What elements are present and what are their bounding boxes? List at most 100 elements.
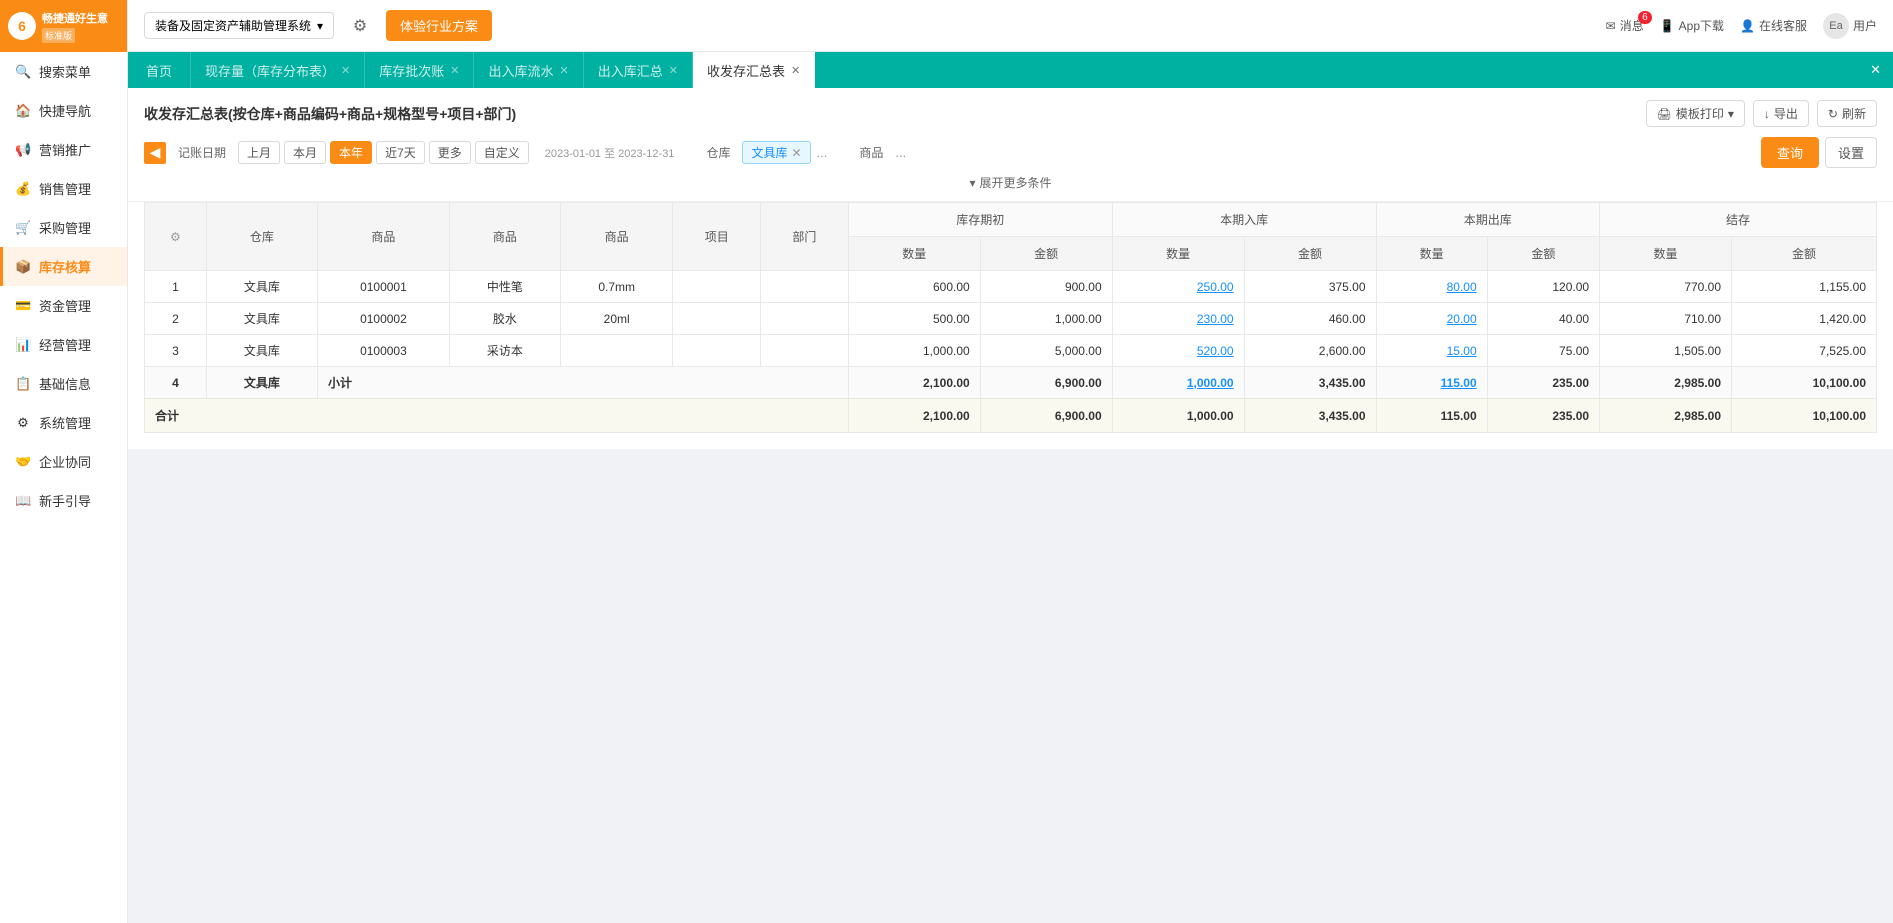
row-open-qty: 1,000.00 <box>848 335 980 367</box>
expand-conditions-button[interactable]: ▾ 展开更多条件 <box>144 174 1877 191</box>
date-btn-this-year[interactable]: 本年 <box>330 141 372 164</box>
trial-button[interactable]: 体验行业方案 <box>386 10 492 41</box>
settings-gear-button[interactable]: ⚙ <box>346 12 374 40</box>
row-in-amt: 375.00 <box>1244 271 1376 303</box>
tab-close-4[interactable]: ✕ <box>669 64 678 77</box>
subtotal-out-qty[interactable]: 115.00 <box>1376 367 1487 399</box>
col-project-header: 项目 <box>673 203 761 271</box>
row-out-qty[interactable]: 80.00 <box>1376 271 1487 303</box>
date-btn-last-month[interactable]: 上月 <box>238 141 280 164</box>
sidebar-item-guide[interactable]: 📖新手引导 <box>0 481 127 520</box>
in-amt-header: 金额 <box>1244 237 1376 271</box>
sidebar-label-finance: 资金管理 <box>39 296 91 315</box>
tab-item-5[interactable]: 收发存汇总表 ✕ <box>693 52 815 88</box>
export-button[interactable]: ↓ 导出 <box>1753 100 1809 127</box>
subtotal-out-amt: 235.00 <box>1487 367 1599 399</box>
total-open-qty: 2,100.00 <box>848 399 980 433</box>
service-label: 在线客服 <box>1759 17 1807 34</box>
expand-row: ▾ 展开更多条件 <box>144 174 1877 191</box>
row-out-amt: 75.00 <box>1487 335 1599 367</box>
filter-bar: ◀ 记账日期 上月 本月 本年 近7天 更多 自定义 2023-01-01 至 … <box>128 127 1893 202</box>
sidebar-item-inventory[interactable]: 📦库存核算 <box>0 247 127 286</box>
sidebar-item-sales[interactable]: 💰销售管理 <box>0 169 127 208</box>
logo-icon: 6 <box>8 12 36 40</box>
row-out-qty[interactable]: 15.00 <box>1376 335 1487 367</box>
system-selector[interactable]: 装备及固定资产辅助管理系统 ▾ <box>144 12 334 39</box>
tab-close-3[interactable]: ✕ <box>560 64 569 77</box>
tab-item-3[interactable]: 出入库流水✕ <box>474 52 583 88</box>
row-close-amt: 1,420.00 <box>1732 303 1877 335</box>
row-dept <box>761 335 849 367</box>
row-in-qty[interactable]: 230.00 <box>1112 303 1244 335</box>
subtotal-row: 4 文具库 小计 2,100.00 6,900.00 1,000.00 3,43… <box>145 367 1877 399</box>
date-btn-custom[interactable]: 自定义 <box>475 141 529 164</box>
tab-item-1[interactable]: 现存量（库存分布表）✕ <box>191 52 365 88</box>
total-open-amt: 6,900.00 <box>980 399 1112 433</box>
tab-close-2[interactable]: ✕ <box>450 64 459 77</box>
table-row: 2 文具库 0100002 胶水 20ml 500.00 1,000.00 23… <box>145 303 1877 335</box>
tab-item-0[interactable]: 首页 <box>128 52 191 88</box>
tab-item-4[interactable]: 出入库汇总✕ <box>584 52 693 88</box>
total-row: 合计 2,100.00 6,900.00 1,000.00 3,435.00 1… <box>145 399 1877 433</box>
table-wrap: ⚙ 仓库 商品 商品 商品 项目 部门 库存期初 本期入库 本期出库 结存 <box>128 202 1893 449</box>
row-code: 0100002 <box>317 303 449 335</box>
user-menu-button[interactable]: Ea 用户 <box>1823 13 1877 39</box>
row-no: 3 <box>145 335 207 367</box>
page-card: 收发存汇总表(按仓库+商品编码+商品+规格型号+项目+部门) 🖨 模板打印 ▾ … <box>128 88 1893 449</box>
warehouse-more-button[interactable]: ... <box>817 145 828 160</box>
sidebar-item-marketing[interactable]: 📢营销推广 <box>0 130 127 169</box>
sidebar-item-finance[interactable]: 💳资金管理 <box>0 286 127 325</box>
tab-label-5: 收发存汇总表 <box>707 61 785 80</box>
date-range-text: 2023-01-01 至 2023-12-31 <box>545 145 675 161</box>
sidebar-label-operation: 经营管理 <box>39 335 91 354</box>
collab-icon: 🤝 <box>15 454 31 470</box>
date-btn-this-month[interactable]: 本月 <box>284 141 326 164</box>
sidebar-item-search[interactable]: 🔍搜索菜单 <box>0 52 127 91</box>
app-download-button[interactable]: 📱 App下载 <box>1660 17 1724 34</box>
sidebar-item-purchase[interactable]: 🛒采购管理 <box>0 208 127 247</box>
date-btn-7days[interactable]: 近7天 <box>376 141 425 164</box>
sidebar-item-system[interactable]: ⚙系统管理 <box>0 403 127 442</box>
sidebar-item-quicknav[interactable]: 🏠快捷导航 <box>0 91 127 130</box>
system-dropdown-icon: ▾ <box>317 19 323 33</box>
close-all-tabs-button[interactable]: ✕ <box>1858 62 1893 78</box>
goods-more-button[interactable]: ... <box>895 145 906 160</box>
warehouse-tag[interactable]: 文具库 ✕ <box>742 141 810 164</box>
print-button[interactable]: 🖨 模板打印 ▾ <box>1646 100 1745 127</box>
total-close-amt: 10,100.00 <box>1732 399 1877 433</box>
table-body: 1 文具库 0100001 中性笔 0.7mm 600.00 900.00 25… <box>145 271 1877 399</box>
message-button[interactable]: ✉ 消息 6 <box>1606 17 1644 34</box>
export-label: 导出 <box>1774 105 1798 122</box>
col-goods-code-header: 商品 <box>317 203 449 271</box>
export-icon: ↓ <box>1764 107 1770 121</box>
warehouse-tag-close[interactable]: ✕ <box>791 146 801 160</box>
logo-badge: 标准版 <box>42 28 75 43</box>
sidebar-label-purchase: 采购管理 <box>39 218 91 237</box>
sidebar-item-basic[interactable]: 📋基础信息 <box>0 364 127 403</box>
tab-close-5[interactable]: ✕ <box>791 64 800 77</box>
closing-amt-header: 金额 <box>1732 237 1877 271</box>
sidebar-item-operation[interactable]: 📊经营管理 <box>0 325 127 364</box>
date-btn-more[interactable]: 更多 <box>429 141 471 164</box>
closing-qty-header: 数量 <box>1600 237 1732 271</box>
row-close-amt: 1,155.00 <box>1732 271 1877 303</box>
row-in-qty[interactable]: 520.00 <box>1112 335 1244 367</box>
row-project <box>673 335 761 367</box>
query-button[interactable]: 查询 <box>1761 137 1819 168</box>
filter-toggle-button[interactable]: ◀ <box>144 142 166 164</box>
sidebar-label-basic: 基础信息 <box>39 374 91 393</box>
topbar-right: ✉ 消息 6 📱 App下载 👤 在线客服 Ea 用户 <box>1606 13 1877 39</box>
app-icon: 📱 <box>1660 19 1675 33</box>
row-out-qty[interactable]: 20.00 <box>1376 303 1487 335</box>
col-settings-header[interactable]: ⚙ <box>145 203 207 271</box>
online-service-button[interactable]: 👤 在线客服 <box>1740 17 1807 34</box>
row-in-qty[interactable]: 250.00 <box>1112 271 1244 303</box>
sidebar-item-collab[interactable]: 🤝企业协同 <box>0 442 127 481</box>
total-close-qty: 2,985.00 <box>1600 399 1732 433</box>
subtotal-in-qty[interactable]: 1,000.00 <box>1112 367 1244 399</box>
column-settings-button[interactable]: 设置 <box>1825 137 1877 168</box>
date-filter-label: 记账日期 <box>178 144 226 161</box>
tab-item-2[interactable]: 库存批次账✕ <box>365 52 474 88</box>
refresh-button[interactable]: ↻ 刷新 <box>1817 100 1877 127</box>
tab-close-1[interactable]: ✕ <box>341 64 350 77</box>
